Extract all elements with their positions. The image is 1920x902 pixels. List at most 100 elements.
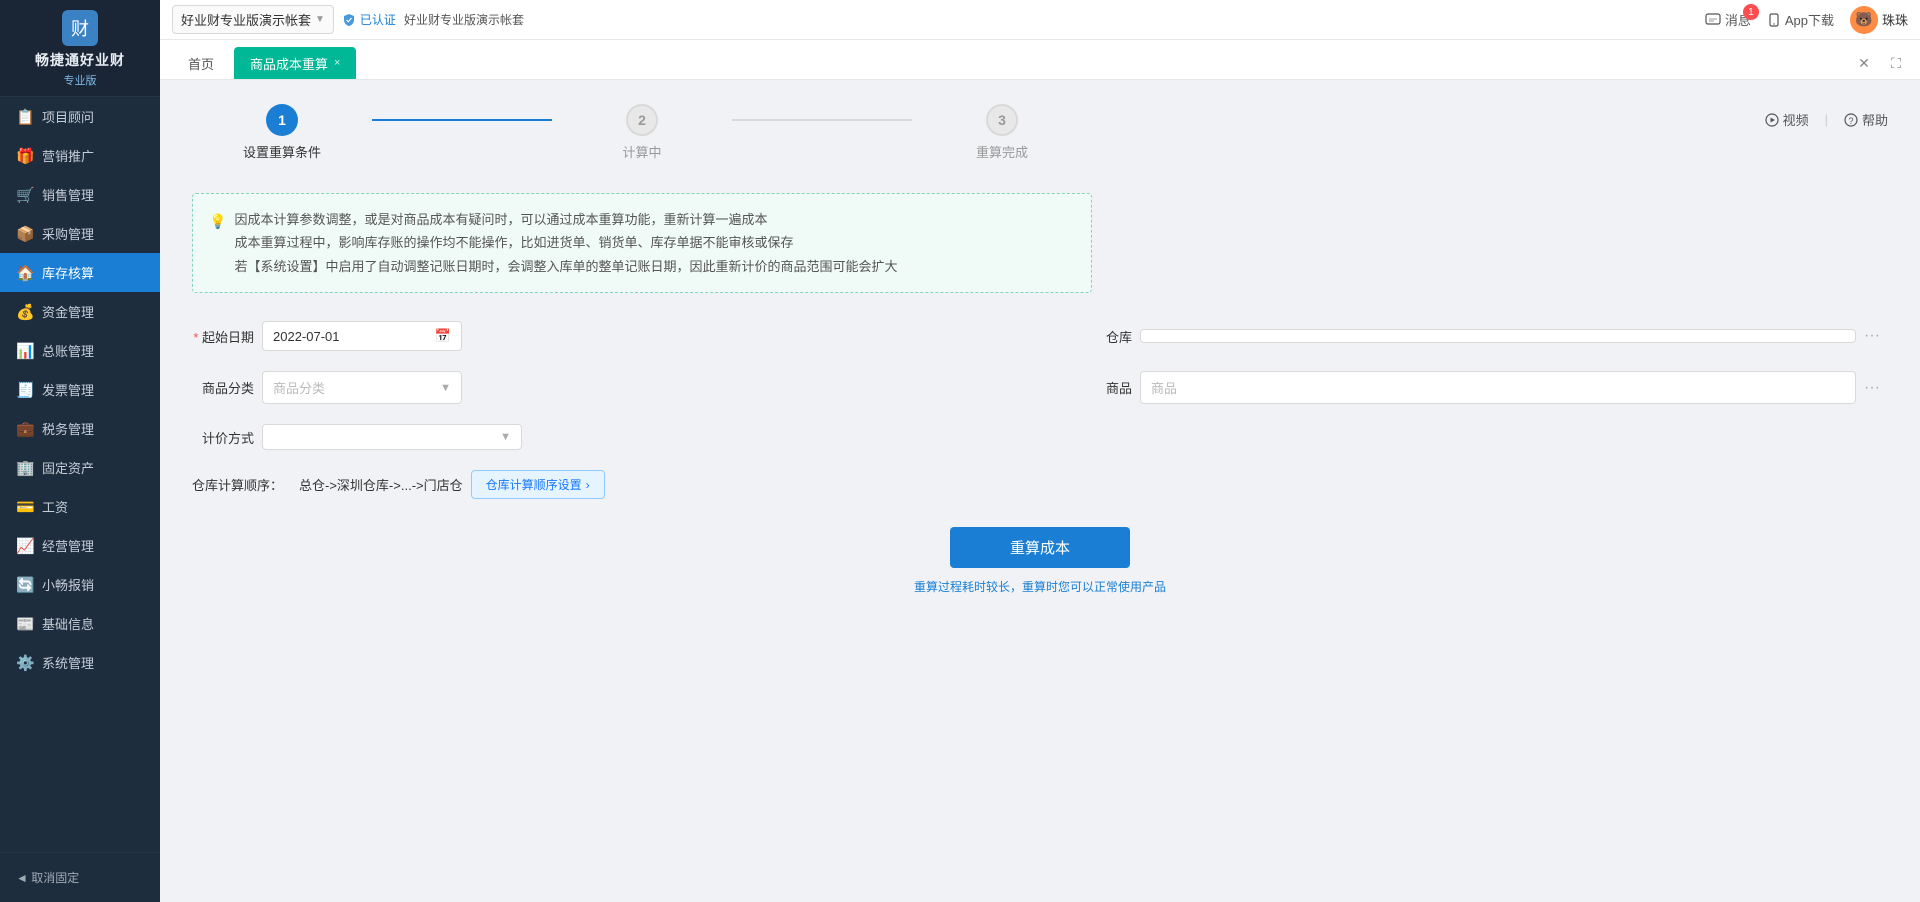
sidebar: 财 畅捷通好业财 专业版 📋 项目顾问 🎁 营销推广 🛒 销售管理 📦 采购管理… — [0, 0, 160, 902]
sidebar-item-tax[interactable]: 💼 税务管理 — [0, 409, 160, 448]
warehouse-label: 仓库 — [1070, 327, 1140, 346]
app-download-label: App下载 — [1785, 10, 1834, 29]
warehouse-order-text: 总仓->深圳仓库->...->门店仓 — [299, 475, 463, 494]
product-input[interactable]: 商品 — [1140, 371, 1856, 404]
sidebar-label-purchase: 采购管理 — [42, 224, 94, 243]
start-date-value: 2022-07-01 — [273, 329, 340, 344]
account-selector[interactable]: 好业财专业版演示帐套 ▼ — [172, 5, 334, 34]
sidebar-item-salary[interactable]: 💳 工资 — [0, 487, 160, 526]
sidebar-label-marketing: 营销推广 — [42, 146, 94, 165]
product-label: 商品 — [1070, 378, 1140, 397]
sidebar-item-project[interactable]: 📋 项目顾问 — [0, 97, 160, 136]
step-3-num: 3 — [998, 112, 1006, 128]
tab-close-icon[interactable]: × — [334, 57, 340, 69]
close-window-button[interactable]: ✕ — [1852, 51, 1876, 75]
sidebar-item-invoice[interactable]: 🧾 发票管理 — [0, 370, 160, 409]
form-row-3: 计价方式 ▼ — [192, 424, 1888, 450]
tab-home[interactable]: 首页 — [172, 47, 230, 79]
logo-sub: 专业版 — [64, 72, 97, 88]
submit-button[interactable]: 重算成本 — [950, 527, 1130, 568]
sidebar-item-basic[interactable]: 📰 基础信息 — [0, 604, 160, 643]
tax-icon: 💼 — [16, 420, 34, 438]
cancel-pin-label: ◄ 取消固定 — [16, 869, 79, 886]
sales-icon: 🛒 — [16, 186, 34, 204]
pricing-select[interactable]: ▼ — [262, 424, 522, 450]
warehouse-order-chevron-icon: › — [586, 478, 590, 492]
start-date-input[interactable]: 2022-07-01 📅 — [262, 321, 462, 351]
sidebar-label-basic: 基础信息 — [42, 614, 94, 633]
tabbar: 首页 商品成本重算 × ✕ ⛶ — [160, 40, 1920, 80]
tab-cost-label: 商品成本重算 — [250, 54, 328, 73]
sidebar-label-operation: 经营管理 — [42, 536, 94, 555]
sidebar-label-assets: 固定资产 — [42, 458, 94, 477]
category-label: 商品分类 — [192, 378, 262, 397]
sidebar-item-expense[interactable]: 🔄 小畅报销 — [0, 565, 160, 604]
operation-icon: 📈 — [16, 537, 34, 555]
pricing-label: 计价方式 — [192, 428, 262, 447]
product-more-icon[interactable]: ··· — [1856, 379, 1888, 397]
user-avatar-area[interactable]: 🐻 珠珠 — [1850, 6, 1908, 34]
category-chevron-icon: ▼ — [440, 382, 451, 394]
step-connector-1 — [372, 119, 552, 121]
sidebar-item-accounting[interactable]: 📊 总账管理 — [0, 331, 160, 370]
start-date-field: 起始日期 2022-07-01 📅 — [192, 321, 1010, 351]
sidebar-item-inventory[interactable]: 🏠 库存核算 — [0, 253, 160, 292]
sidebar-item-assets[interactable]: 🏢 固定资产 — [0, 448, 160, 487]
warehouse-order-label: 仓库计算顺序： — [192, 475, 291, 494]
steps-row: 1 设置重算条件 2 计算中 3 — [192, 104, 1092, 161]
steps-section: 1 设置重算条件 2 计算中 3 — [192, 104, 1888, 161]
step-3: 3 重算完成 — [912, 104, 1092, 161]
app-download-button[interactable]: App下载 — [1767, 10, 1834, 29]
warehouse-field: 仓库 ··· — [1070, 327, 1888, 346]
calendar-icon: 📅 — [435, 328, 451, 344]
cancel-pin-button[interactable]: ◄ 取消固定 — [0, 861, 160, 894]
step-2-num: 2 — [638, 112, 646, 128]
inventory-icon: 🏠 — [16, 264, 34, 282]
account-full-name: 好业财专业版演示帐套 — [404, 11, 524, 28]
salary-icon: 💳 — [16, 498, 34, 516]
account-name: 好业财专业版演示帐套 — [181, 10, 311, 29]
sidebar-bottom: ◄ 取消固定 — [0, 852, 160, 902]
warehouse-order-row: 仓库计算顺序： 总仓->深圳仓库->...->门店仓 仓库计算顺序设置 › — [192, 470, 1888, 499]
sidebar-item-finance[interactable]: 💰 资金管理 — [0, 292, 160, 331]
purchase-icon: 📦 — [16, 225, 34, 243]
warehouse-order-btn-label: 仓库计算顺序设置 — [486, 476, 582, 493]
topbar: 好业财专业版演示帐套 ▼ 已认证 好业财专业版演示帐套 消息 1 — [160, 0, 1920, 40]
notice-line-2: 成本重算过程中，影响库存账的操作均不能操作，比如进货单、销货单、库存单据不能审核… — [234, 231, 897, 254]
submit-hint: 重算过程耗时较长，重算时您可以正常使用产品 — [914, 578, 1166, 595]
sidebar-label-salary: 工资 — [42, 497, 68, 516]
sidebar-label-tax: 税务管理 — [42, 419, 94, 438]
project-icon: 📋 — [16, 108, 34, 126]
step-2-label: 计算中 — [622, 142, 661, 161]
sidebar-item-operation[interactable]: 📈 经营管理 — [0, 526, 160, 565]
expense-icon: 🔄 — [16, 576, 34, 594]
category-field: 商品分类 商品分类 ▼ — [192, 371, 1010, 404]
tab-cost-recalc[interactable]: 商品成本重算 × — [234, 47, 356, 79]
help-link[interactable]: ? 帮助 — [1844, 110, 1888, 129]
step-1-label: 设置重算条件 — [243, 142, 321, 161]
sidebar-item-purchase[interactable]: 📦 采购管理 — [0, 214, 160, 253]
username-label: 珠珠 — [1882, 10, 1908, 29]
accounting-icon: 📊 — [16, 342, 34, 360]
sidebar-label-inventory: 库存核算 — [42, 263, 94, 282]
help-links: 视频 | ? 帮助 — [1765, 110, 1888, 129]
warehouse-more-icon[interactable]: ··· — [1856, 327, 1888, 345]
step-2-circle: 2 — [626, 104, 658, 136]
message-button[interactable]: 消息 1 — [1705, 10, 1751, 29]
category-placeholder: 商品分类 — [273, 378, 325, 397]
sidebar-label-accounting: 总账管理 — [42, 341, 94, 360]
warehouse-input[interactable] — [1140, 329, 1856, 343]
invoice-icon: 🧾 — [16, 381, 34, 399]
video-link[interactable]: 视频 — [1765, 110, 1809, 129]
basic-icon: 📰 — [16, 615, 34, 633]
verified-text: 已认证 — [360, 11, 396, 28]
message-badge: 1 — [1743, 4, 1759, 20]
sidebar-item-sales[interactable]: 🛒 销售管理 — [0, 175, 160, 214]
warehouse-order-setting-button[interactable]: 仓库计算顺序设置 › — [471, 470, 605, 499]
expand-window-button[interactable]: ⛶ — [1884, 51, 1908, 75]
sidebar-item-system[interactable]: ⚙️ 系统管理 — [0, 643, 160, 682]
sidebar-item-marketing[interactable]: 🎁 营销推广 — [0, 136, 160, 175]
sidebar-label-project: 项目顾问 — [42, 107, 94, 126]
sidebar-label-finance: 资金管理 — [42, 302, 94, 321]
category-select[interactable]: 商品分类 ▼ — [262, 371, 462, 404]
